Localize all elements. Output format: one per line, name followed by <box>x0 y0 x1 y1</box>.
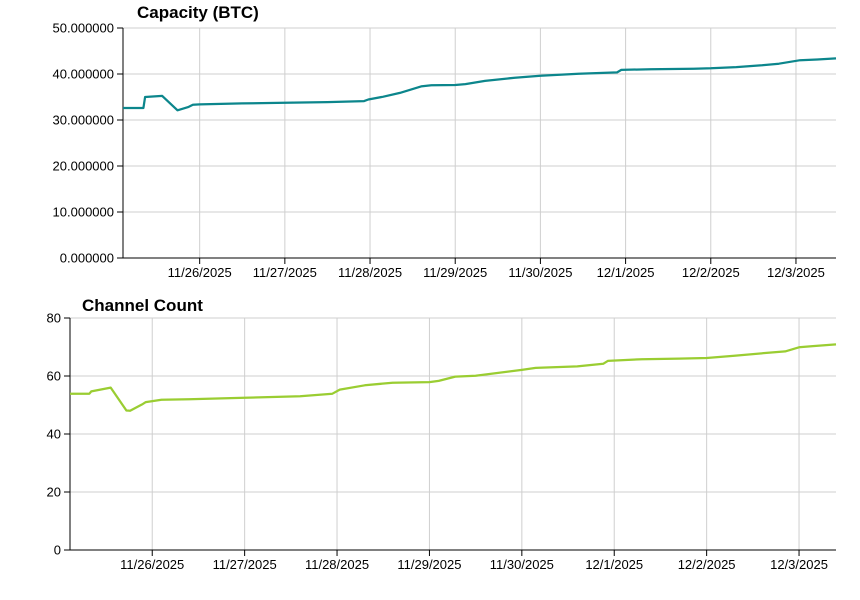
charts-dashboard: Capacity (BTC) 11/26/2025 11/27/2025 11/28… <box>0 0 860 600</box>
y-tick-label: 0 <box>54 543 61 558</box>
x-tick-label: 12/2/2025 <box>678 557 736 572</box>
channel-count-chart: Channel Count 11/26/2025 11/27/2025 11/28/… <box>0 0 860 600</box>
x-tick-label: 11/30/2025 <box>490 557 554 572</box>
x-tick-label: 11/29/2025 <box>397 557 461 572</box>
series-line-channel-count <box>70 343 837 412</box>
x-tick-label: 11/26/2025 <box>120 557 184 572</box>
x-tick-label: 11/27/2025 <box>213 557 277 572</box>
y-tick-label: 80 <box>47 311 61 326</box>
x-tick-label: 12/1/2025 <box>585 557 643 572</box>
channel-count-chart-plot: 11/26/2025 11/27/2025 11/28/2025 11/29/2025… <box>47 311 837 572</box>
x-tick-label: 12/3/2025 <box>770 557 828 572</box>
x-tick-label: 11/28/2025 <box>305 557 369 572</box>
y-tick-label: 20 <box>47 485 61 500</box>
y-tick-label: 60 <box>47 369 61 384</box>
y-tick-label: 40 <box>47 427 61 442</box>
